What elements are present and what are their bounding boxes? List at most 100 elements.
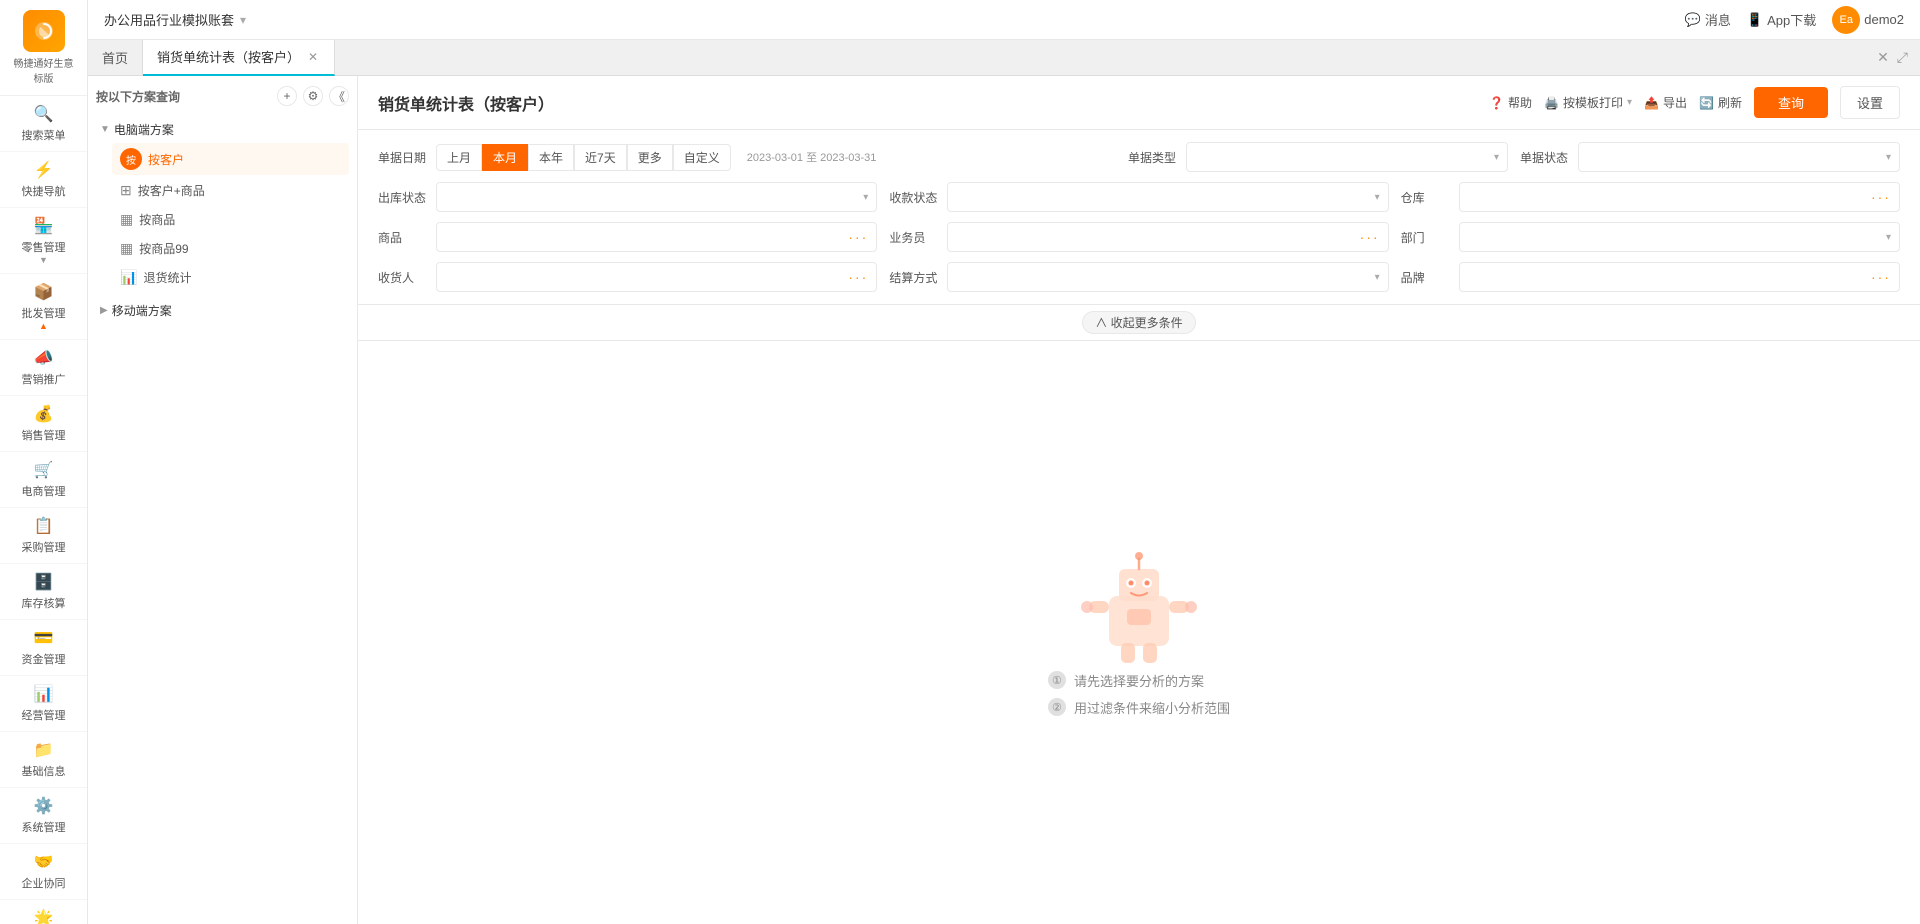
user-profile-btn[interactable]: Ea demo2 (1832, 6, 1904, 34)
scheme-item-label: 按客户 (148, 151, 184, 168)
chart-icon: 📊 (120, 269, 137, 286)
payment-control[interactable]: ▾ (947, 182, 1388, 212)
tab-home[interactable]: 首页 (88, 40, 143, 76)
export-btn[interactable]: 📤 导出 (1644, 94, 1687, 111)
filter-date-item: 单据日期 上月 本月 本年 近7天 更多 自定义 2023-03-01 至 20… (378, 144, 1116, 171)
help-btn[interactable]: ❓ 帮助 (1489, 94, 1532, 111)
staff-dots[interactable]: ··· (1360, 229, 1380, 245)
scheme-item-label: 按商品99 (139, 240, 188, 257)
date-btn-last-month[interactable]: 上月 (436, 144, 482, 171)
date-btn-this-year[interactable]: 本年 (528, 144, 574, 171)
message-btn[interactable]: 💬 消息 (1685, 10, 1731, 29)
sidebar-item-retail[interactable]: 🏪 零售管理 ▼ (0, 208, 87, 274)
staff-control[interactable]: ··· (947, 222, 1388, 252)
inventory-icon: 🗄️ (34, 572, 54, 592)
product-dots[interactable]: ··· (848, 229, 868, 245)
filter-type-item: 单据类型 ▾ (1128, 142, 1508, 172)
scheme-item-by-customer[interactable]: 按 按客户 (112, 143, 349, 175)
header-title: 办公用品行业模拟账套 (104, 10, 234, 29)
warehouse-dots[interactable]: ··· (1871, 189, 1891, 205)
brand-dots[interactable]: ··· (1871, 269, 1891, 285)
arrow-down-icon: ▼ (39, 255, 48, 265)
sidebar-item-newbie[interactable]: 🌟 新手引导 (0, 900, 87, 924)
receiver-dots[interactable]: ··· (848, 269, 868, 285)
ecommerce-icon: 🛒 (34, 460, 54, 480)
scheme-section-desktop-header[interactable]: ▼ 电脑端方案 (96, 116, 349, 143)
date-btn-more[interactable]: 更多 (627, 144, 673, 171)
search-icon: 🔍 (34, 104, 54, 124)
table2-icon: ▦ (120, 240, 133, 257)
sidebar-item-marketing[interactable]: 📣 营销推广 (0, 340, 87, 396)
outbound-control[interactable]: ▾ (436, 182, 877, 212)
maximize-icon[interactable]: ⤢ (1897, 49, 1908, 66)
tab-close-btn[interactable]: ✕ (306, 50, 320, 64)
sidebar-item-wholesale[interactable]: 📦 批发管理 ▲ (0, 274, 87, 340)
date-btn-custom[interactable]: 自定义 (673, 144, 731, 171)
type-control[interactable]: ▾ (1186, 142, 1508, 172)
page-header: 销货单统计表（按客户） ❓ 帮助 🖨️ 按模板打印 ▾ 📤 导出 (358, 76, 1920, 130)
scheme-section-desktop-items: 按 按客户 ⊞ 按客户+商品 ▦ 按商品 ▦ 按商品99 (96, 143, 349, 291)
page-actions: ❓ 帮助 🖨️ 按模板打印 ▾ 📤 导出 🔄 刷新 (1489, 86, 1900, 129)
status-control[interactable]: ▾ (1578, 142, 1900, 172)
tab-home-label: 首页 (102, 48, 128, 67)
scheme-section-mobile-label: 移动端方案 (112, 302, 172, 319)
app-download-btn[interactable]: 📱 App下载 (1747, 10, 1816, 29)
warehouse-control[interactable]: ··· (1459, 182, 1900, 212)
scheme-section-mobile-header[interactable]: ▶ 移动端方案 (96, 297, 349, 324)
tip-num-2: ② (1048, 698, 1066, 716)
empty-tips: ① 请先选择要分析的方案 ② 用过滤条件来缩小分析范围 (1048, 671, 1230, 725)
date-btn-this-month[interactable]: 本月 (482, 144, 528, 171)
empty-illustration (1069, 541, 1209, 671)
sidebar-item-purchase[interactable]: 📋 采购管理 (0, 508, 87, 564)
scheme-panel-actions: + ⚙ 《 (277, 86, 349, 106)
header-dropdown-icon[interactable]: ▾ (240, 13, 246, 27)
scheme-item-by-customer-product[interactable]: ⊞ 按客户+商品 (112, 177, 349, 204)
sidebar-item-search[interactable]: 🔍 搜索菜单 (0, 96, 87, 152)
filter-row-1: 单据日期 上月 本月 本年 近7天 更多 自定义 2023-03-01 至 20… (378, 142, 1900, 172)
filter-row-2: 出库状态 ▾ 收款状态 ▾ 仓库 (378, 182, 1900, 212)
scheme-item-by-product[interactable]: ▦ 按商品 (112, 206, 349, 233)
query-button[interactable]: 查询 (1754, 87, 1828, 118)
marketing-icon: 📣 (34, 348, 54, 368)
sidebar-item-enterprise[interactable]: 🤝 企业协同 (0, 844, 87, 900)
tip-num-1: ① (1048, 671, 1066, 689)
payment-method-control[interactable]: ▾ (947, 262, 1388, 292)
tab-sales-stat[interactable]: 销货单统计表（按客户） ✕ (143, 40, 335, 76)
close-window-icon[interactable]: ✕ (1877, 49, 1889, 66)
sidebar-item-sales[interactable]: 💰 销售管理 (0, 396, 87, 452)
refresh-btn[interactable]: 🔄 刷新 (1699, 94, 1742, 111)
filter-outbound-item: 出库状态 ▾ (378, 182, 877, 212)
tip-text-1: 请先选择要分析的方案 (1074, 671, 1204, 690)
brand-control[interactable]: ··· (1459, 262, 1900, 292)
phone-icon: 📱 (1747, 12, 1763, 28)
scheme-item-return-stat[interactable]: 📊 退货统计 (112, 264, 349, 291)
scheme-item-label: 退货统计 (143, 269, 191, 286)
date-btn-last7[interactable]: 近7天 (574, 144, 627, 171)
sidebar-item-basic-info[interactable]: 📁 基础信息 (0, 732, 87, 788)
dept-control[interactable]: ▾ (1459, 222, 1900, 252)
sidebar-item-finance[interactable]: 💳 资金管理 (0, 620, 87, 676)
print-btn[interactable]: 🖨️ 按模板打印 ▾ (1544, 94, 1632, 111)
tip-text-2: 用过滤条件来缩小分析范围 (1074, 698, 1230, 717)
settings-button[interactable]: 设置 (1840, 86, 1900, 119)
type-label: 单据类型 (1128, 149, 1178, 166)
product-control[interactable]: ··· (436, 222, 877, 252)
sidebar-item-quick-nav[interactable]: ⚡ 快捷导航 (0, 152, 87, 208)
scheme-add-btn[interactable]: + (277, 86, 297, 106)
date-label: 单据日期 (378, 149, 428, 166)
print-dropdown-icon[interactable]: ▾ (1627, 97, 1632, 108)
collapse-btn[interactable]: ∧ 收起更多条件 (1082, 311, 1195, 334)
scheme-settings-btn[interactable]: ⚙ (303, 86, 323, 106)
sidebar-item-ecommerce[interactable]: 🛒 电商管理 (0, 452, 87, 508)
export-icon: 📤 (1644, 96, 1659, 110)
scheme-collapse-btn[interactable]: 《 (329, 86, 349, 106)
receiver-control[interactable]: ··· (436, 262, 877, 292)
system-icon: ⚙️ (34, 796, 54, 816)
sidebar-item-operations[interactable]: 📊 经营管理 (0, 676, 87, 732)
type-arrow-icon: ▾ (1494, 152, 1499, 163)
right-panel: 销货单统计表（按客户） ❓ 帮助 🖨️ 按模板打印 ▾ 📤 导出 (358, 76, 1920, 924)
date-range-text: 2023-03-01 至 2023-03-31 (747, 149, 877, 165)
sidebar-item-system[interactable]: ⚙️ 系统管理 (0, 788, 87, 844)
scheme-item-by-product99[interactable]: ▦ 按商品99 (112, 235, 349, 262)
sidebar-item-inventory[interactable]: 🗄️ 库存核算 (0, 564, 87, 620)
